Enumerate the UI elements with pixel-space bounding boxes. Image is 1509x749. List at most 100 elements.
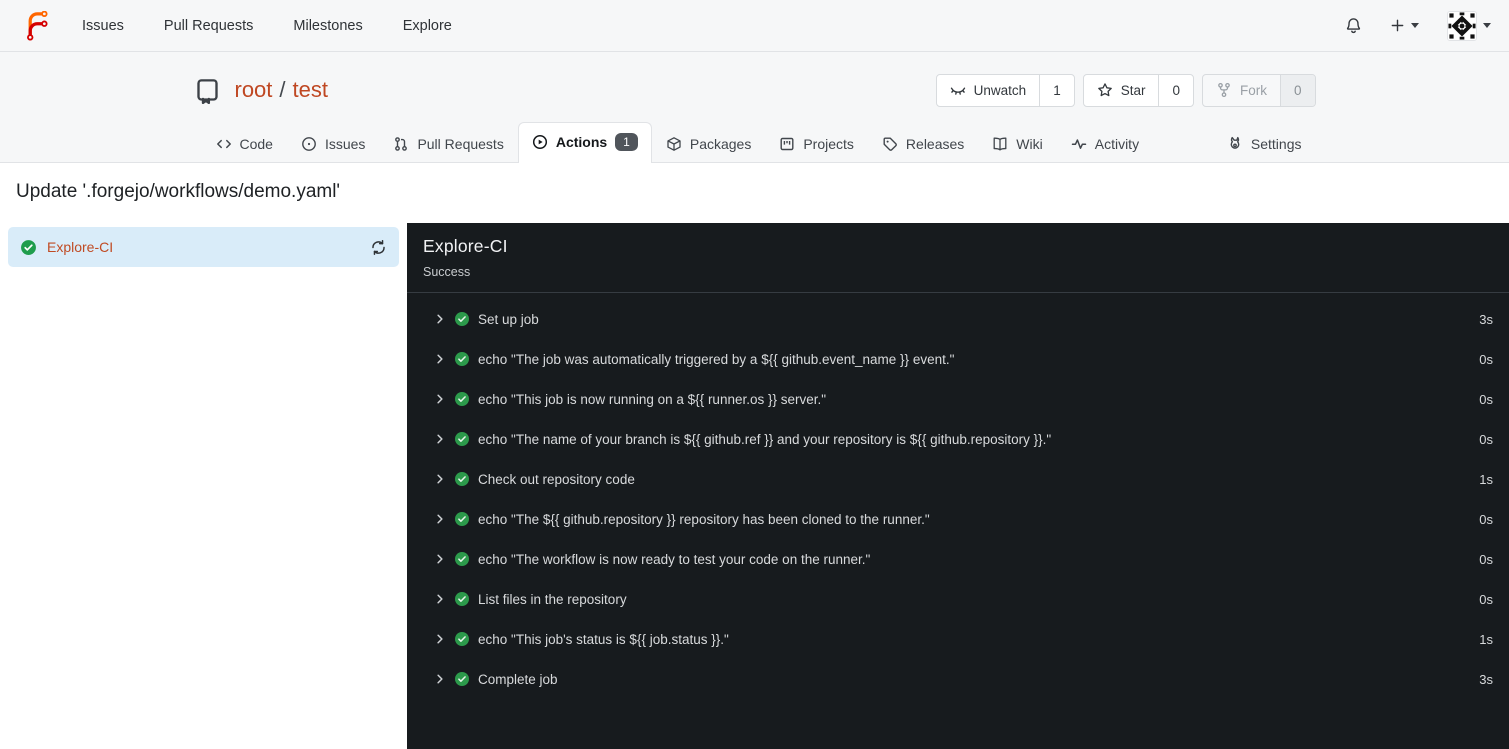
tab-projects[interactable]: Projects [765, 125, 868, 163]
repo-owner-link[interactable]: root [235, 77, 273, 103]
star-button[interactable]: Star 0 [1082, 73, 1194, 107]
run-title-section: Update '.forgejo/workflows/demo.yaml' [0, 163, 1509, 223]
step-row[interactable]: echo "The job was automatically triggere… [407, 339, 1509, 379]
step-row[interactable]: echo "This job's status is ${{ job.statu… [407, 619, 1509, 659]
fork-button: Fork 0 [1201, 73, 1316, 107]
repo-separator: / [279, 77, 286, 102]
package-icon [667, 137, 681, 151]
navbar-right [1345, 10, 1491, 41]
step-row[interactable]: echo "The ${{ github.repository }} repos… [407, 499, 1509, 539]
issue-opened-icon [302, 137, 316, 151]
forgejo-logo-icon[interactable] [22, 10, 52, 41]
repo-name-link[interactable]: test [293, 77, 328, 103]
refresh-icon[interactable] [370, 239, 387, 256]
page-title: Update '.forgejo/workflows/demo.yaml' [16, 181, 341, 202]
check-circle-icon [455, 632, 469, 646]
tab-settings[interactable]: Settings [1213, 125, 1316, 163]
repo-breadcrumb: root / test [235, 77, 329, 103]
job-log-panel: Explore-CI Success Set up job 3s echo "T… [407, 223, 1509, 749]
chevron-right-icon [437, 514, 443, 524]
tab-code[interactable]: Code [202, 125, 287, 163]
check-circle-icon [455, 552, 469, 566]
fork-count: 0 [1279, 74, 1315, 106]
code-icon [216, 139, 231, 149]
repository-icon [194, 77, 221, 104]
run-content: Explore-CI Explore-CI Success Set up job… [0, 223, 1509, 749]
chevron-right-icon [437, 394, 443, 404]
tab-wiki[interactable]: Wiki [978, 125, 1056, 163]
plus-icon [1391, 19, 1404, 32]
job-title: Explore-CI [423, 236, 508, 256]
chevron-right-icon [437, 354, 443, 364]
tab-activity[interactable]: Activity [1057, 125, 1153, 163]
git-pull-request-icon [395, 137, 408, 151]
create-new-dropdown[interactable] [1390, 18, 1419, 33]
step-duration: 0s [1479, 431, 1493, 447]
job-status: Success [423, 265, 471, 279]
project-board-icon [780, 137, 794, 151]
tab-pull-requests[interactable]: Pull Requests [379, 125, 517, 163]
eye-closed-icon [950, 87, 965, 95]
jobs-sidebar: Explore-CI [0, 223, 407, 749]
step-row[interactable]: List files in the repository 0s [407, 579, 1509, 619]
step-row[interactable]: Complete job 3s [407, 659, 1509, 699]
repo-action-buttons: Unwatch 1 Star 0 Fork 0 [935, 73, 1316, 107]
check-circle-icon [455, 672, 469, 686]
play-circle-icon [532, 134, 547, 150]
chevron-right-icon [437, 594, 443, 604]
step-name: echo "The name of your branch is ${{ git… [478, 431, 1052, 447]
navbar-item-issues[interactable]: Issues [82, 18, 124, 34]
check-circle-icon [455, 472, 469, 486]
repo-header: root / test Unwatch 1 Star 0 Fork 0 Code… [0, 52, 1509, 163]
step-row[interactable]: Set up job 3s [407, 299, 1509, 339]
star-count: 0 [1158, 74, 1193, 106]
navbar-item-milestones[interactable]: Milestones [293, 18, 362, 34]
repo-tab-bar: Code Issues Pull Requests Actions 1 Pack… [194, 122, 1316, 163]
chevron-right-icon [437, 434, 443, 444]
step-row[interactable]: echo "The workflow is now ready to test … [407, 539, 1509, 579]
chevron-right-icon [437, 674, 443, 684]
tag-icon [883, 137, 897, 151]
check-circle-icon [455, 352, 469, 366]
step-duration: 1s [1479, 471, 1493, 487]
notifications-bell-icon[interactable] [1345, 17, 1362, 34]
job-log-header: Explore-CI Success [407, 223, 1509, 293]
step-name: Set up job [478, 311, 539, 327]
tab-packages[interactable]: Packages [652, 125, 765, 163]
chevron-down-icon [1483, 23, 1491, 28]
step-name: Complete job [478, 671, 558, 687]
watch-count: 1 [1039, 74, 1074, 106]
tab-actions[interactable]: Actions 1 [517, 122, 652, 163]
step-row[interactable]: echo "This job is now running on a ${{ r… [407, 379, 1509, 419]
step-row[interactable]: Check out repository code 1s [407, 459, 1509, 499]
navbar-links: Issues Pull Requests Milestones Explore [82, 18, 452, 34]
unwatch-button[interactable]: Unwatch 1 [935, 73, 1075, 107]
check-circle-icon [455, 512, 469, 526]
step-duration: 0s [1479, 551, 1493, 567]
check-circle-icon [21, 239, 36, 255]
step-name: echo "The workflow is now ready to test … [478, 551, 871, 567]
step-name: echo "This job's status is ${{ job.statu… [478, 631, 729, 647]
step-duration: 3s [1479, 671, 1493, 687]
sidebar-job-explore-ci[interactable]: Explore-CI [8, 227, 399, 267]
user-menu-dropdown[interactable] [1447, 10, 1491, 41]
git-fork-icon [1218, 82, 1230, 98]
chevron-right-icon [437, 554, 443, 564]
step-duration: 3s [1479, 311, 1493, 327]
step-name: echo "This job is now running on a ${{ r… [478, 391, 827, 407]
steps-list: Set up job 3s echo "The job was automati… [407, 293, 1509, 699]
tab-releases[interactable]: Releases [868, 125, 978, 163]
user-avatar [1447, 10, 1477, 41]
check-circle-icon [455, 432, 469, 446]
check-circle-icon [455, 392, 469, 406]
chevron-down-icon [1411, 23, 1419, 28]
step-name: echo "The job was automatically triggere… [478, 351, 955, 367]
check-circle-icon [455, 592, 469, 606]
step-name: echo "The ${{ github.repository }} repos… [478, 511, 930, 527]
navbar-item-pull-requests[interactable]: Pull Requests [164, 18, 253, 34]
navbar-item-explore[interactable]: Explore [403, 18, 452, 34]
check-circle-icon [455, 312, 469, 326]
tab-issues[interactable]: Issues [287, 125, 379, 163]
step-name: Check out repository code [478, 471, 635, 487]
step-row[interactable]: echo "The name of your branch is ${{ git… [407, 419, 1509, 459]
